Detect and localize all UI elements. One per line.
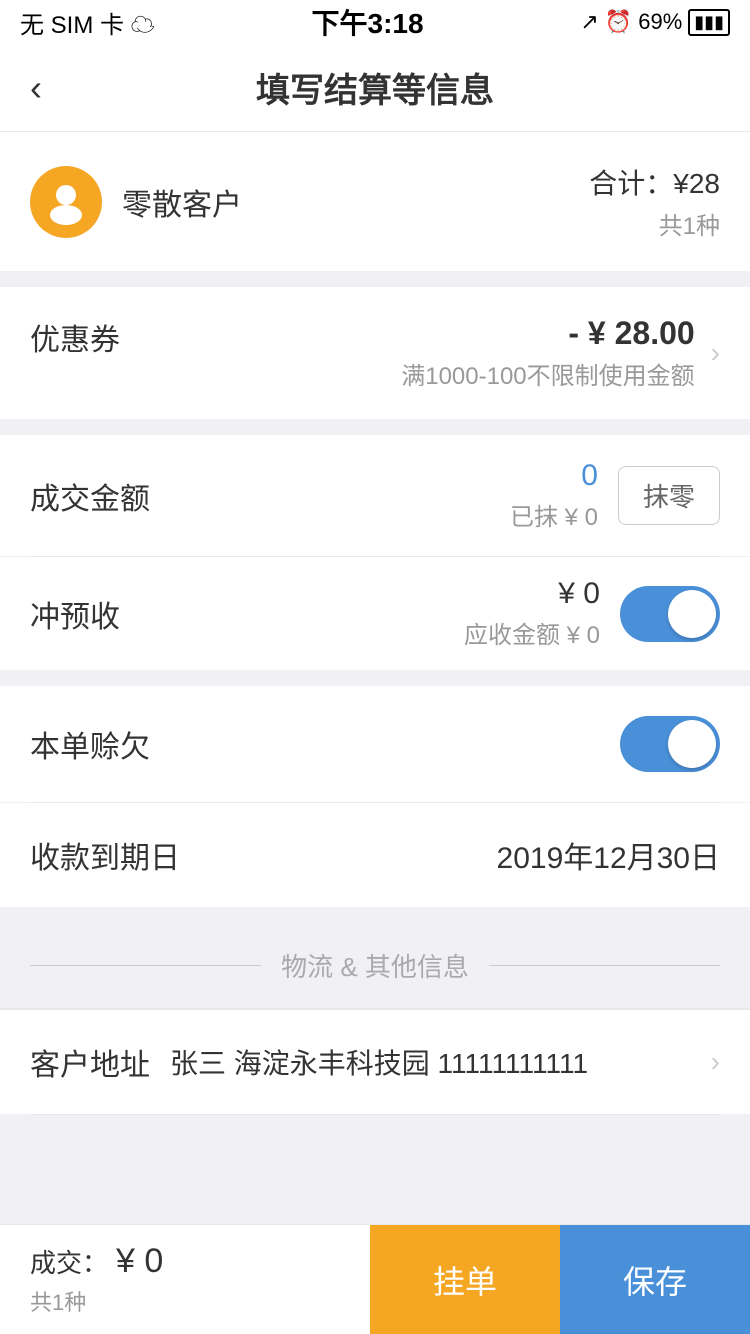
deal-amount-label: 成交金额 [30,474,150,518]
divider-6 [0,907,750,923]
header-line-right [489,965,720,966]
status-left: 无 SIM 卡 ☁ [20,5,155,40]
prepay-right: ¥ 0 应收金额 ¥ 0 [464,577,720,650]
credit-toggle-knob [668,720,716,768]
credit-row: 本单赊欠 [0,686,750,802]
coupon-value: - ¥ 28.00 [401,315,694,352]
back-button[interactable]: ‹ [30,67,42,109]
avatar [30,166,102,238]
divider-1 [0,271,750,287]
bottom-total-value: ¥ 0 [116,1242,163,1281]
bottom-info: 成交： ¥ 0 共1种 [0,1242,370,1317]
customer-left: 零散客户 [30,166,242,238]
bottom-bar: 成交： ¥ 0 共1种 挂单 保存 [0,1224,750,1334]
prepay-sub: 应收金额 ¥ 0 [464,615,600,650]
customer-row: 零散客户 合计：¥28 共1种 [0,132,750,271]
coupon-label: 优惠券 [30,315,120,359]
bottom-count: 共1种 [30,1285,340,1317]
coupon-chevron: › [711,337,720,369]
bottom-total-line: 成交： ¥ 0 [30,1242,340,1281]
coupon-value-col: - ¥ 28.00 满1000-100不限制使用金额 [401,315,694,391]
deal-amount-value: 0 [510,459,598,493]
page-title: 填写结算等信息 [256,63,494,112]
customer-name: 零散客户 [122,180,242,224]
save-button[interactable]: 保存 [560,1225,750,1334]
battery-label: 69% [638,9,682,35]
deal-amount-sub: 已抹 ¥ 0 [510,497,598,532]
address-label: 客户地址 [30,1040,150,1084]
bottom-total-label: 成交： [30,1243,108,1280]
maling-button[interactable]: 抹零 [618,466,720,525]
coupon-right: - ¥ 28.00 满1000-100不限制使用金额 › [401,315,720,391]
deal-amount-row: 成交金额 0 已抹 ¥ 0 抹零 [0,435,750,556]
divider-2 [0,419,750,435]
address-chevron: › [711,1046,720,1078]
credit-toggle[interactable] [620,716,720,772]
deal-value-col: 0 已抹 ¥ 0 [510,459,598,532]
prepay-toggle[interactable] [620,586,720,642]
content-area: 零散客户 合计：¥28 共1种 优惠券 - ¥ 28.00 满1000-100不… [0,132,750,1245]
location-icon: ↗ [580,9,598,35]
status-bar: 无 SIM 卡 ☁ 下午3:18 ↗ ⏰ 69% ▮▮▮ [0,0,750,44]
status-time: 下午3:18 [312,2,424,42]
due-date-value: 2019年12月30日 [497,833,720,877]
customer-right: 合计：¥28 共1种 [589,162,720,241]
deal-amount-right: 0 已抹 ¥ 0 抹零 [510,459,720,532]
battery-icon: ▮▮▮ [688,9,730,36]
prepay-label: 冲预收 [30,592,120,636]
coupon-sub: 满1000-100不限制使用金额 [401,356,694,391]
prepay-toggle-knob [668,590,716,638]
nav-bar: ‹ 填写结算等信息 [0,44,750,132]
coupon-row[interactable]: 优惠券 - ¥ 28.00 满1000-100不限制使用金额 › [0,287,750,419]
logistics-section-header: 物流 & 其他信息 [0,923,750,1008]
divider-4 [0,670,750,686]
address-value: 张三 海淀永丰科技园 11111111111 [170,1042,711,1082]
header-line-left [30,965,261,966]
address-row[interactable]: 客户地址 张三 海淀永丰科技园 11111111111 › [0,1010,750,1114]
customer-count: 共1种 [589,206,720,241]
due-date-row: 收款到期日 2019年12月30日 [0,803,750,907]
divider-8 [30,1114,720,1115]
customer-total: 合计：¥28 [589,162,720,202]
logistics-label: 物流 & 其他信息 [281,947,469,984]
prepay-value-col: ¥ 0 应收金额 ¥ 0 [464,577,600,650]
prepay-row: 冲预收 ¥ 0 应收金额 ¥ 0 [0,557,750,670]
due-date-label: 收款到期日 [30,833,180,877]
alarm-icon: ⏰ [605,9,632,35]
hold-button[interactable]: 挂单 [370,1225,560,1334]
credit-label: 本单赊欠 [30,722,150,766]
status-right: ↗ ⏰ 69% ▮▮▮ [580,9,730,36]
sim-label: 无 SIM 卡 ☁ [20,5,155,40]
prepay-value: ¥ 0 [464,577,600,611]
